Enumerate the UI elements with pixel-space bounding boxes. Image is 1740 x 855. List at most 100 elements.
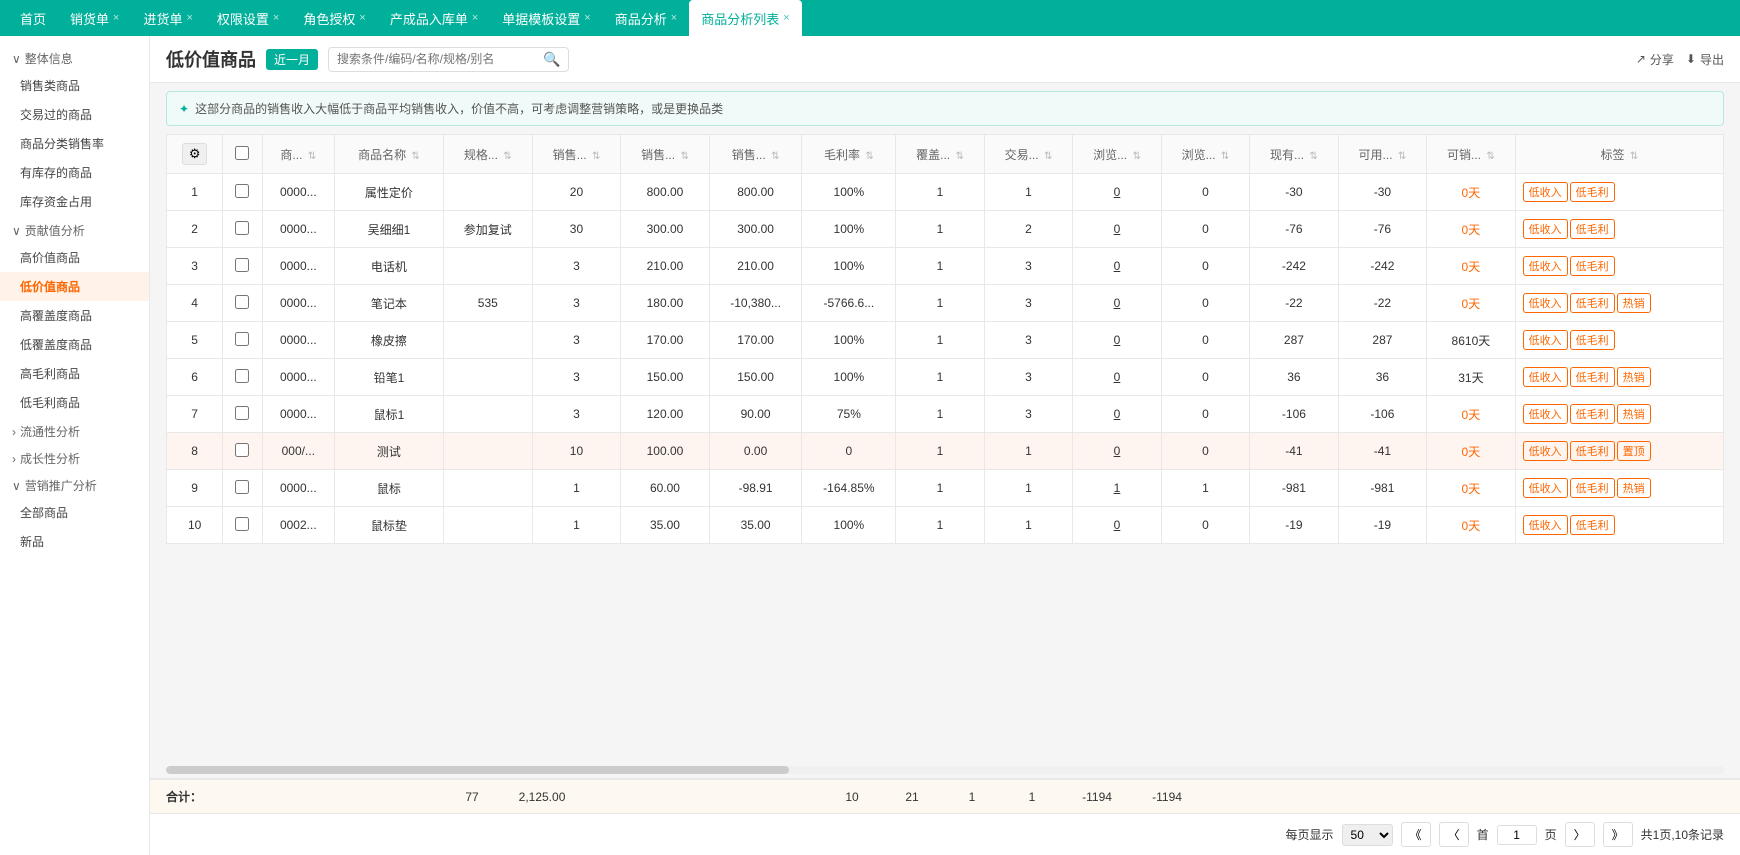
- export-button[interactable]: ⬇ 导出: [1686, 51, 1724, 68]
- sidebar-section-flow[interactable]: › 流通性分析: [0, 417, 149, 444]
- browse1-link[interactable]: 0: [1114, 185, 1121, 199]
- cell-checkbox[interactable]: [223, 248, 262, 285]
- col-code[interactable]: 商... ⇅: [262, 135, 334, 174]
- col-trade[interactable]: 交易... ⇅: [984, 135, 1072, 174]
- sidebar-section-growth[interactable]: › 成长性分析: [0, 444, 149, 471]
- sidebar-section-marketing[interactable]: ∨ 营销推广分析: [0, 471, 149, 498]
- sidebar-item-low-coverage[interactable]: 低覆盖度商品: [0, 330, 149, 359]
- last-page-button[interactable]: 》: [1603, 822, 1633, 847]
- cell-browse1[interactable]: 0: [1073, 359, 1161, 396]
- row-checkbox[interactable]: [235, 258, 249, 272]
- nav-home[interactable]: 首页: [8, 0, 58, 36]
- nav-sales[interactable]: 销货单 ×: [58, 0, 131, 36]
- col-spec[interactable]: 规格... ⇅: [443, 135, 532, 174]
- next-page-button[interactable]: 〉: [1565, 822, 1595, 847]
- search-icon[interactable]: 🔍: [543, 51, 560, 68]
- sidebar-section-contribution[interactable]: ∨ 贡献值分析: [0, 216, 149, 243]
- browse1-link[interactable]: 0: [1114, 333, 1121, 347]
- cell-checkbox[interactable]: [223, 211, 262, 248]
- cell-checkbox[interactable]: [223, 507, 262, 544]
- cell-checkbox[interactable]: [223, 396, 262, 433]
- browse1-link[interactable]: 0: [1114, 444, 1121, 458]
- browse1-link[interactable]: 0: [1114, 370, 1121, 384]
- first-page-button[interactable]: 《: [1401, 822, 1431, 847]
- nav-permission-close[interactable]: ×: [273, 12, 279, 24]
- sidebar-item-sales-goods[interactable]: 销售类商品: [0, 71, 149, 100]
- col-available[interactable]: 可用... ⇅: [1338, 135, 1426, 174]
- share-button[interactable]: ↗ 分享: [1636, 51, 1674, 68]
- cell-browse1[interactable]: 0: [1073, 396, 1161, 433]
- select-all-checkbox[interactable]: [235, 146, 249, 160]
- nav-role-close[interactable]: ×: [359, 12, 365, 24]
- col-coverage[interactable]: 覆盖... ⇅: [896, 135, 984, 174]
- time-filter-badge[interactable]: 近一月: [266, 49, 318, 70]
- col-sales-cost[interactable]: 销售... ⇅: [709, 135, 802, 174]
- nav-warehouse[interactable]: 产成品入库单 ×: [378, 0, 490, 36]
- col-salable[interactable]: 可销... ⇅: [1427, 135, 1515, 174]
- cell-browse1[interactable]: 1: [1073, 470, 1161, 507]
- scrollbar-thumb[interactable]: [166, 766, 789, 774]
- sidebar-item-high-coverage[interactable]: 高覆盖度商品: [0, 301, 149, 330]
- row-checkbox[interactable]: [235, 295, 249, 309]
- sidebar-section-overall[interactable]: ∨ 整体信息: [0, 44, 149, 71]
- col-stock[interactable]: 现有... ⇅: [1250, 135, 1338, 174]
- sidebar-item-all-goods[interactable]: 全部商品: [0, 498, 149, 527]
- row-checkbox[interactable]: [235, 369, 249, 383]
- browse1-link[interactable]: 1: [1114, 481, 1121, 495]
- col-sales-qty[interactable]: 销售... ⇅: [532, 135, 620, 174]
- nav-permission[interactable]: 权限设置 ×: [205, 0, 291, 36]
- col-sales-amt[interactable]: 销售... ⇅: [621, 135, 709, 174]
- nav-goods-analysis[interactable]: 商品分析 ×: [603, 0, 689, 36]
- sidebar-item-new-goods[interactable]: 新品: [0, 527, 149, 556]
- nav-purchase[interactable]: 进货单 ×: [131, 0, 204, 36]
- nav-template[interactable]: 单据模板设置 ×: [490, 0, 602, 36]
- current-page-input[interactable]: [1497, 825, 1537, 845]
- row-checkbox[interactable]: [235, 221, 249, 235]
- cell-browse1[interactable]: 0: [1073, 433, 1161, 470]
- col-gross-rate[interactable]: 毛利率 ⇅: [802, 135, 896, 174]
- browse1-link[interactable]: 0: [1114, 222, 1121, 236]
- col-browse2[interactable]: 浏览... ⇅: [1161, 135, 1249, 174]
- sidebar-item-capital[interactable]: 库存资金占用: [0, 187, 149, 216]
- row-checkbox[interactable]: [235, 332, 249, 346]
- row-checkbox[interactable]: [235, 517, 249, 531]
- row-checkbox[interactable]: [235, 184, 249, 198]
- browse1-link[interactable]: 0: [1114, 259, 1121, 273]
- cell-checkbox[interactable]: [223, 433, 262, 470]
- col-browse1[interactable]: 浏览... ⇅: [1073, 135, 1161, 174]
- row-checkbox[interactable]: [235, 406, 249, 420]
- nav-sales-close[interactable]: ×: [113, 12, 119, 24]
- nav-goods-analysis-list[interactable]: 商品分析列表 ×: [689, 0, 801, 36]
- nav-goods-list-close[interactable]: ×: [783, 12, 789, 24]
- cell-checkbox[interactable]: [223, 285, 262, 322]
- cell-checkbox[interactable]: [223, 174, 262, 211]
- cell-checkbox[interactable]: [223, 470, 262, 507]
- col-name[interactable]: 商品名称 ⇅: [335, 135, 444, 174]
- row-checkbox[interactable]: [235, 443, 249, 457]
- col-checkbox[interactable]: [223, 135, 262, 174]
- sidebar-item-low-profit[interactable]: 低毛利商品: [0, 388, 149, 417]
- sidebar-item-traded-goods[interactable]: 交易过的商品: [0, 100, 149, 129]
- sidebar-item-low-value[interactable]: 低价值商品: [0, 272, 149, 301]
- nav-goods-analysis-close[interactable]: ×: [671, 12, 677, 24]
- col-settings[interactable]: ⚙: [167, 135, 223, 174]
- cell-browse1[interactable]: 0: [1073, 322, 1161, 359]
- page-size-select[interactable]: 50 100 200: [1342, 824, 1393, 846]
- cell-checkbox[interactable]: [223, 359, 262, 396]
- browse1-link[interactable]: 0: [1114, 518, 1121, 532]
- cell-browse1[interactable]: 0: [1073, 248, 1161, 285]
- browse1-link[interactable]: 0: [1114, 407, 1121, 421]
- settings-button[interactable]: ⚙: [182, 143, 208, 165]
- nav-warehouse-close[interactable]: ×: [472, 12, 478, 24]
- nav-purchase-close[interactable]: ×: [186, 12, 192, 24]
- sidebar-item-stock-goods[interactable]: 有库存的商品: [0, 158, 149, 187]
- col-tags[interactable]: 标签 ⇅: [1515, 135, 1723, 174]
- cell-browse1[interactable]: 0: [1073, 211, 1161, 248]
- row-checkbox[interactable]: [235, 480, 249, 494]
- cell-browse1[interactable]: 0: [1073, 507, 1161, 544]
- cell-checkbox[interactable]: [223, 322, 262, 359]
- browse1-link[interactable]: 0: [1114, 296, 1121, 310]
- search-input[interactable]: [337, 52, 537, 66]
- sidebar-item-category-rate[interactable]: 商品分类销售率: [0, 129, 149, 158]
- cell-browse1[interactable]: 0: [1073, 285, 1161, 322]
